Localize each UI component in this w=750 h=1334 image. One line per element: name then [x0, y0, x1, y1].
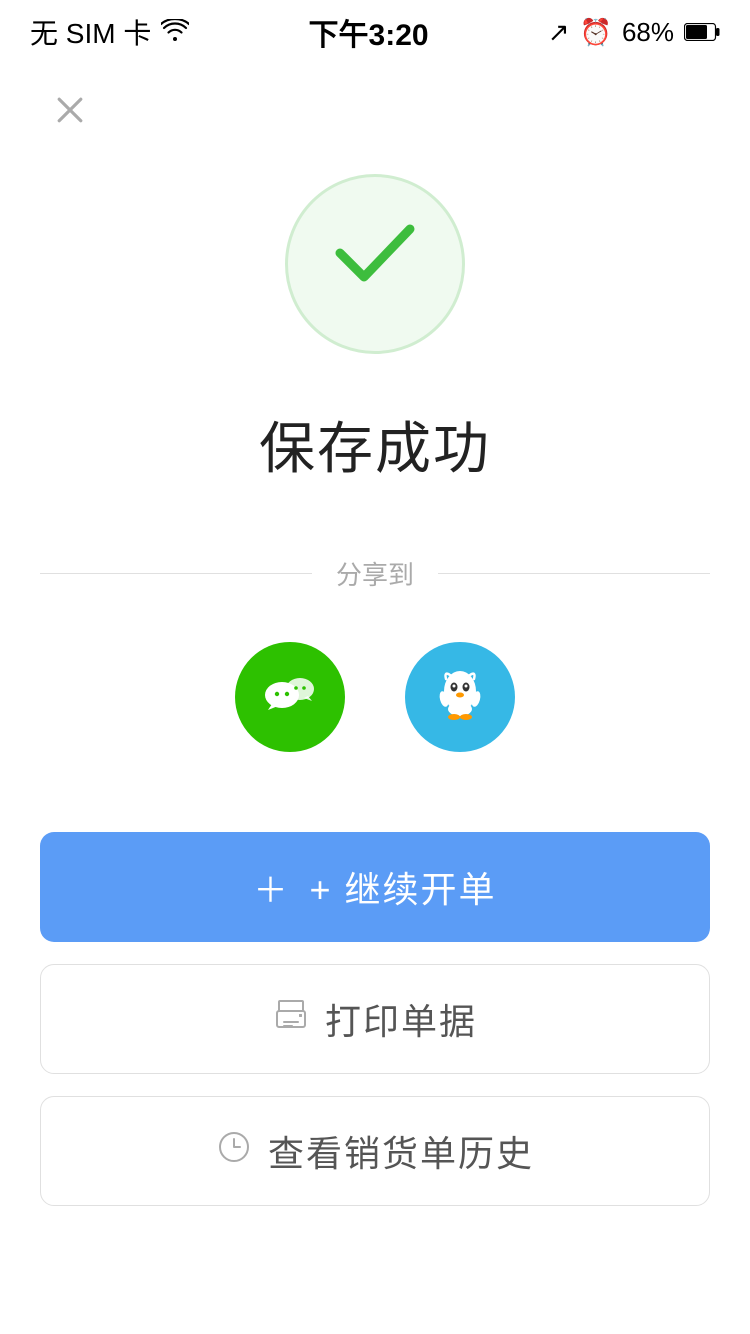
history-label: 查看销货单历史	[268, 1125, 534, 1177]
wechat-share-button[interactable]	[235, 642, 345, 752]
battery-icon	[684, 17, 720, 48]
continue-button[interactable]: ＋ + 继续开单	[40, 832, 710, 942]
wifi-icon	[161, 16, 189, 48]
print-button[interactable]: 打印单据	[40, 964, 710, 1074]
no-sim-text: 无 SIM 卡	[30, 12, 151, 52]
success-icon-circle	[285, 174, 465, 354]
action-buttons: ＋ + 继续开单 打印单据	[40, 832, 710, 1206]
status-time: 下午3:20	[309, 10, 429, 54]
history-icon	[216, 1129, 252, 1174]
location-icon: ↗	[548, 17, 570, 48]
continue-label: + 继续开单	[309, 861, 496, 913]
history-button[interactable]: 查看销货单历史	[40, 1096, 710, 1206]
printer-icon	[273, 997, 309, 1042]
success-title: 保存成功	[259, 404, 491, 485]
divider-left	[40, 573, 312, 574]
share-icons-container	[235, 642, 515, 752]
plus-icon: ＋	[253, 863, 289, 912]
status-left: 无 SIM 卡	[30, 12, 189, 52]
checkmark-icon	[330, 213, 420, 308]
share-label: 分享到	[312, 555, 438, 592]
share-section: 分享到	[40, 555, 710, 592]
qq-share-button[interactable]	[405, 642, 515, 752]
close-icon	[52, 92, 88, 128]
qq-icon	[428, 665, 492, 729]
status-right: ↗ ⏰ 68%	[548, 17, 720, 48]
print-label: 打印单据	[325, 993, 477, 1045]
alarm-icon: ⏰	[580, 17, 612, 48]
battery-text: 68%	[622, 17, 674, 48]
close-button[interactable]	[40, 80, 100, 140]
status-bar: 无 SIM 卡 下午3:20 ↗ ⏰ 68%	[0, 0, 750, 64]
main-content: 保存成功 分享到	[0, 64, 750, 1206]
divider-right	[438, 573, 710, 574]
wechat-icon	[258, 665, 322, 729]
